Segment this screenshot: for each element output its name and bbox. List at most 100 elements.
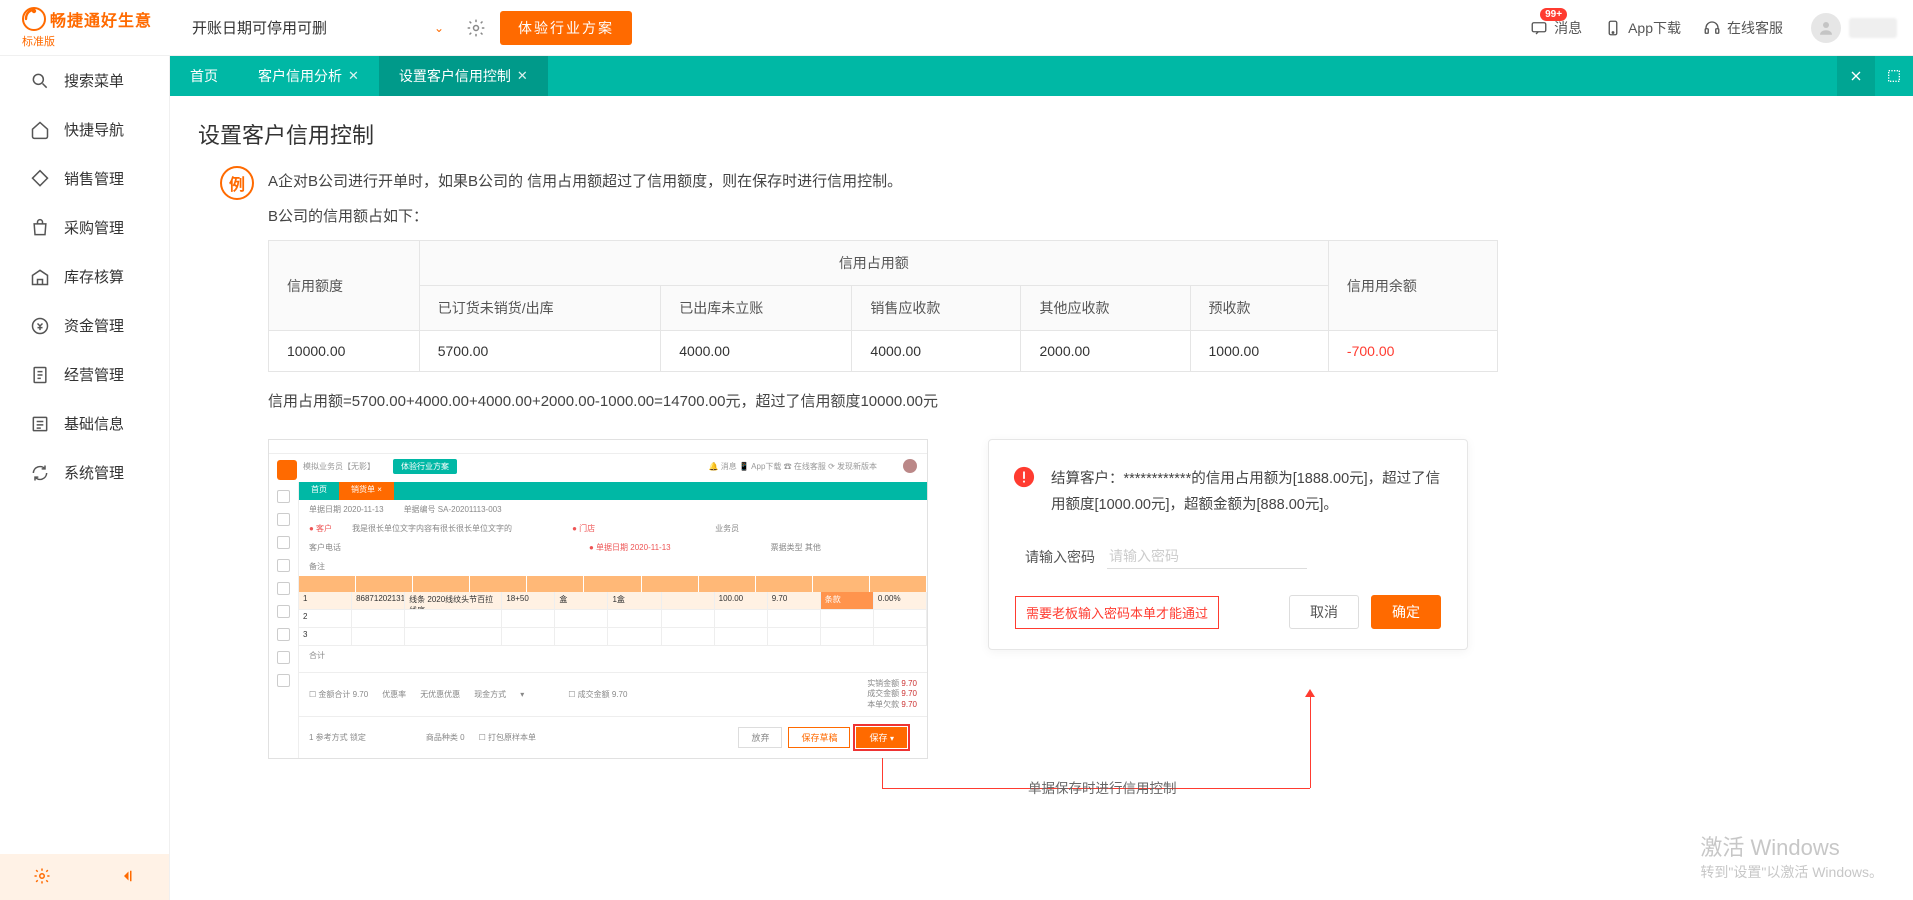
sidebar-item-purchase[interactable]: 采购管理 — [0, 203, 169, 252]
credit-warning-dialog: 结算客户：************的信用占用额为[1888.00元]，超过了信用… — [988, 439, 1468, 650]
tab-credit-control[interactable]: 设置客户信用控制 ✕ — [379, 56, 548, 96]
th-sub5: 预收款 — [1190, 286, 1328, 331]
messages-link[interactable]: 99+ 消息 — [1530, 18, 1582, 38]
user-avatar[interactable] — [1811, 13, 1897, 43]
header-right: 99+ 消息 App下载 在线客服 — [1530, 13, 1897, 43]
th-credit-limit: 信用额度 — [269, 241, 420, 331]
example-subtext: B公司的信用额占如下： — [268, 205, 1863, 226]
credit-table: 信用额度 信用占用额 信用用余额 已订货未销货/出库 已出库未立账 销售应收款 … — [268, 240, 1498, 372]
tab-home[interactable]: 首页 — [170, 56, 238, 96]
account-dropdown-label: 开账日期可停用可删 — [192, 17, 327, 38]
account-dropdown[interactable]: 开账日期可停用可删 ⌄ — [192, 17, 452, 38]
watermark-line1: 激活 Windows — [1700, 830, 1883, 862]
sidebar-item-inventory[interactable]: 库存核算 — [0, 252, 169, 301]
formula-text: 信用占用额=5700.00+4000.00+4000.00+2000.00-10… — [268, 390, 1863, 411]
tabs-expand-button[interactable] — [1875, 56, 1913, 96]
page-title: 设置客户信用控制 — [198, 118, 1889, 150]
headset-icon — [1703, 19, 1721, 37]
page-scroll[interactable]: 设置客户信用控制 例 A企对B公司进行开单时，如果B公司的 信用占用额超过了信用… — [170, 96, 1913, 900]
tab-strip: 首页 客户信用分析 ✕ 设置客户信用控制 ✕ — [170, 56, 1913, 96]
windows-activation-watermark: 激活 Windows 转到"设置"以激活 Windows。 — [1700, 830, 1883, 882]
bag-icon — [30, 218, 50, 238]
tab-label: 首页 — [190, 66, 218, 86]
chat-icon — [1530, 19, 1548, 37]
cell-remain: -700.00 — [1328, 331, 1497, 372]
online-service-label: 在线客服 — [1727, 18, 1783, 38]
messages-badge: 99+ — [1540, 8, 1567, 21]
cell-c4: 2000.00 — [1021, 331, 1190, 372]
cell-c1: 5700.00 — [419, 331, 661, 372]
sidebar-item-system[interactable]: 系统管理 — [0, 448, 169, 497]
sidebar-item-label: 销售管理 — [64, 168, 124, 189]
cell-c2: 4000.00 — [661, 331, 852, 372]
messages-label: 消息 — [1554, 18, 1582, 38]
warehouse-icon — [30, 267, 50, 287]
sidebar-item-funds[interactable]: 资金管理 — [0, 301, 169, 350]
table-row: 10000.00 5700.00 4000.00 4000.00 2000.00… — [269, 331, 1498, 372]
sidebar-item-sales[interactable]: 销售管理 — [0, 154, 169, 203]
cta-industry-button[interactable]: 体验行业方案 — [500, 11, 632, 45]
list-icon — [30, 414, 50, 434]
sidebar-footer — [0, 854, 169, 900]
app-header: 畅捷通好生意 标准版 开账日期可停用可删 ⌄ 体验行业方案 99+ 消息 App… — [0, 0, 1913, 56]
brand-sub: 标准版 — [22, 33, 55, 49]
password-label: 请输入密码 — [1025, 547, 1095, 567]
username-obscured — [1849, 18, 1897, 38]
sidebar: 搜索菜单 快捷导航 销售管理 采购管理 库存核算 资金管理 — [0, 56, 170, 900]
search-icon — [30, 71, 50, 91]
tab-label: 客户信用分析 — [258, 66, 342, 86]
example-badge-icon: 例 — [220, 166, 254, 200]
sidebar-item-label: 经营管理 — [64, 364, 124, 385]
sidebar-item-search[interactable]: 搜索菜单 — [0, 56, 169, 105]
th-sub2: 已出库未立账 — [661, 286, 852, 331]
chevron-down-icon: ⌄ — [434, 21, 444, 35]
settings-gear-icon[interactable] — [466, 18, 486, 38]
close-icon[interactable]: ✕ — [517, 68, 528, 84]
th-credit-used-group: 信用占用额 — [419, 241, 1328, 286]
tabs-close-all-button[interactable] — [1837, 56, 1875, 96]
app-download-label: App下载 — [1628, 18, 1681, 38]
annotation-caption: 单据保存时进行信用控制 — [1028, 777, 1177, 797]
sidebar-item-label: 库存核算 — [64, 266, 124, 287]
online-service-link[interactable]: 在线客服 — [1703, 18, 1783, 38]
sidebar-collapse-icon[interactable] — [118, 867, 136, 888]
sidebar-item-baseinfo[interactable]: 基础信息 — [0, 399, 169, 448]
tag-icon — [30, 169, 50, 189]
sidebar-item-label: 资金管理 — [64, 315, 124, 336]
annotation-line — [882, 758, 883, 788]
password-input[interactable] — [1107, 544, 1307, 569]
sidebar-item-label: 采购管理 — [64, 217, 124, 238]
document-icon — [30, 365, 50, 385]
cancel-button[interactable]: 取消 — [1289, 595, 1359, 629]
coin-icon — [30, 316, 50, 336]
confirm-button[interactable]: 确定 — [1371, 595, 1441, 629]
cell-credit-limit: 10000.00 — [269, 331, 420, 372]
tab-credit-analysis[interactable]: 客户信用分析 ✕ — [238, 56, 379, 96]
brand-name: 畅捷通好生意 — [50, 7, 152, 31]
close-icon[interactable]: ✕ — [348, 68, 359, 84]
sidebar-item-label: 快捷导航 — [64, 119, 124, 140]
sidebar-item-quicknav[interactable]: 快捷导航 — [0, 105, 169, 154]
cycle-icon — [30, 463, 50, 483]
app-download-link[interactable]: App下载 — [1604, 18, 1681, 38]
cell-c5: 1000.00 — [1190, 331, 1328, 372]
sidebar-item-business[interactable]: 经营管理 — [0, 350, 169, 399]
th-sub1: 已订货未销货/出库 — [419, 286, 661, 331]
alert-icon — [1013, 466, 1035, 491]
document-content: 例 A企对B公司进行开单时，如果B公司的 信用占用额超过了信用额度，则在保存时进… — [194, 168, 1889, 789]
sidebar-item-label: 基础信息 — [64, 413, 124, 434]
annotation-line — [1310, 696, 1311, 788]
sidebar-gear-icon[interactable] — [33, 867, 51, 888]
illustration-row: 模拟业务员【无影】 体验行业方案 🔔 消息 📱 App下载 ☎ 在线客服 ⟳ 发… — [268, 439, 1863, 759]
watermark-line2: 转到"设置"以激活 Windows。 — [1700, 862, 1883, 882]
brand-logo: 畅捷通好生意 标准版 — [22, 7, 172, 49]
th-sub4: 其他应收款 — [1021, 286, 1190, 331]
sidebar-item-label: 搜索菜单 — [64, 70, 124, 91]
th-sub3: 销售应收款 — [852, 286, 1021, 331]
main-area: 首页 客户信用分析 ✕ 设置客户信用控制 ✕ — [170, 56, 1913, 900]
cell-c3: 4000.00 — [852, 331, 1021, 372]
dialog-message: 结算客户：************的信用占用额为[1888.00元]，超过了信用… — [1051, 466, 1441, 518]
password-note: 需要老板输入密码本单才能通过 — [1015, 596, 1219, 629]
example-intro-text: A企对B公司进行开单时，如果B公司的 信用占用额超过了信用额度，则在保存时进行信… — [268, 168, 902, 195]
brand-mark-icon — [22, 7, 46, 31]
